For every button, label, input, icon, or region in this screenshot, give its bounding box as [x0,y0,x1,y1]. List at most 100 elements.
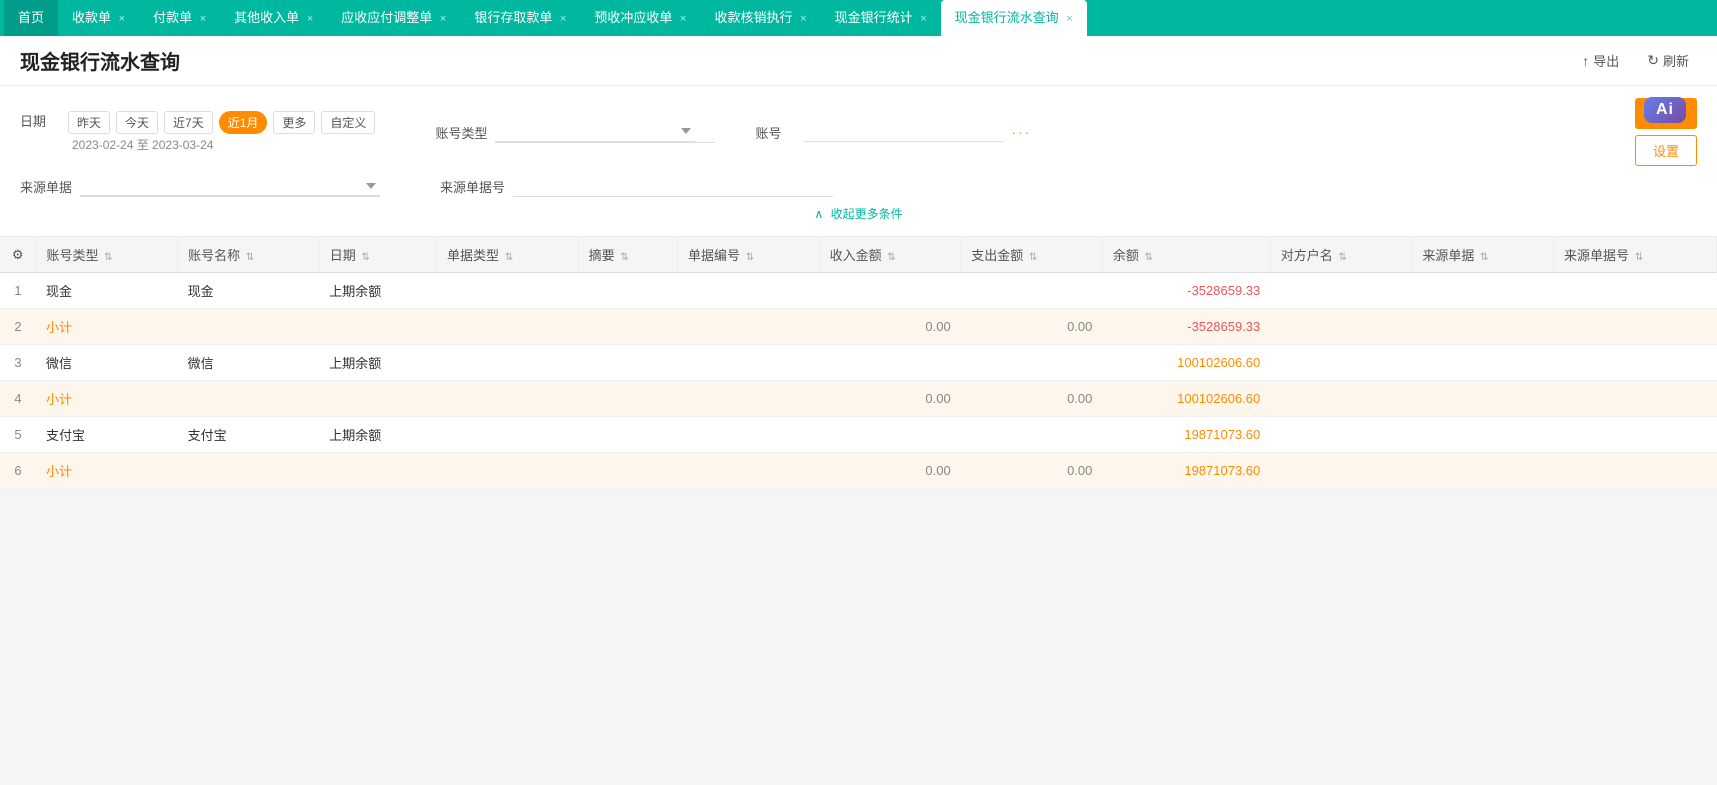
cell-expense [961,273,1103,309]
cell-doc-type [436,309,578,345]
cell-balance: 100102606.60 [1102,345,1270,381]
date-btn-more[interactable]: 更多 [273,111,315,134]
cell-balance: 19871073.60 [1102,417,1270,453]
cell-summary [578,417,677,453]
refresh-button[interactable]: ↻ 刷新 [1639,47,1697,74]
cell-account-name [178,309,320,345]
close-icon[interactable]: × [920,13,926,25]
source-doc-num-label: 来源单据号 [440,177,505,196]
close-icon[interactable]: × [1066,13,1072,25]
account-type-select[interactable] [495,122,695,142]
cell-summary [578,309,677,345]
col-income[interactable]: 收入金额 ⇅ [819,237,961,273]
col-date[interactable]: 日期 ⇅ [319,237,436,273]
col-doc-no[interactable]: 单据编号 ⇅ [677,237,819,273]
page-title: 现金银行流水查询 [20,46,180,75]
cell-account-type: 微信 [36,345,178,381]
cell-balance: 19871073.60 [1102,453,1270,489]
cell-account-name [178,381,320,417]
cell-counterpart [1270,381,1412,417]
close-icon[interactable]: × [560,13,566,25]
col-expense[interactable]: 支出金额 ⇅ [961,237,1103,273]
col-balance[interactable]: 余额 ⇅ [1102,237,1270,273]
table-header-row: ⚙ 账号类型 ⇅ 账号名称 ⇅ 日期 ⇅ 单据类型 ⇅ 摘 [0,237,1717,273]
nav-tab-xianjinyinhang-tongji[interactable]: 现金银行统计 × [821,0,941,36]
settings-button[interactable]: 设置 [1635,135,1697,166]
nav-tab-xianjinyinhang-liushui[interactable]: 现金银行流水查询 × [941,0,1087,36]
sort-icon: ⇅ [1145,252,1153,263]
sort-icon: ⇅ [246,252,254,263]
cell-doc-type [436,381,578,417]
cell-source-doc-no [1554,381,1717,417]
close-icon[interactable]: × [440,13,446,25]
cell-source-doc-no [1554,345,1717,381]
source-doc-num-input[interactable] [513,177,833,197]
table-row: 6小计0.000.0019871073.60 [0,453,1717,489]
cell-income: 0.00 [819,309,961,345]
close-icon[interactable]: × [800,13,806,25]
cell-counterpart [1270,273,1412,309]
date-btn-7days[interactable]: 近7天 [164,111,213,134]
nav-tab-yingshoutiaozheng[interactable]: 应收应付调整单 × [327,0,460,36]
cell-date [319,309,436,345]
col-gear[interactable]: ⚙ [0,237,36,273]
cell-expense [961,345,1103,381]
collapse-bar[interactable]: ∧ 收起更多条件 [20,201,1697,226]
sort-icon: ⇅ [1480,252,1488,263]
sort-icon: ⇅ [1635,252,1643,263]
cell-doc-no [677,417,819,453]
col-account-type[interactable]: 账号类型 ⇅ [36,237,178,273]
close-icon[interactable]: × [200,13,206,25]
nav-tab-yushouying[interactable]: 预收冲应收单 × [580,0,700,36]
date-label: 日期 [20,111,60,130]
cell-source-doc [1412,309,1554,345]
cell-balance: 100102606.60 [1102,381,1270,417]
close-icon[interactable]: × [680,13,686,25]
close-icon[interactable]: × [307,13,313,25]
cell-account-name [178,453,320,489]
cell-source-doc [1412,417,1554,453]
export-button[interactable]: ↑ 导出 [1574,47,1627,74]
sort-icon: ⇅ [746,252,754,263]
nav-tab-fukuandan[interactable]: 付款单 × [139,0,220,36]
filter-row-date: 日期 昨天 今天 近7天 近1月 更多 自定义 2023-02-24 至 202… [20,98,1697,166]
cell-source-doc [1412,453,1554,489]
col-source-doc-no[interactable]: 来源单据号 ⇅ [1554,237,1717,273]
cell-summary [578,381,677,417]
cell-balance: -3528659.33 [1102,309,1270,345]
cell-source-doc-no [1554,453,1717,489]
nav-tab-qitashouru[interactable]: 其他收入单 × [220,0,327,36]
cell-doc-no [677,309,819,345]
cell-income [819,273,961,309]
col-counterpart[interactable]: 对方户名 ⇅ [1270,237,1412,273]
nav-tab-shoukuanhexiao[interactable]: 收款核销执行 × [700,0,820,36]
table-row: 1现金现金上期余额-3528659.33 [0,273,1717,309]
date-btn-today[interactable]: 今天 [116,111,158,134]
close-icon[interactable]: × [119,13,125,25]
col-doc-type[interactable]: 单据类型 ⇅ [436,237,578,273]
date-btn-yesterday[interactable]: 昨天 [68,111,110,134]
ai-badge[interactable]: Ai [1644,97,1686,123]
account-input[interactable] [803,122,1003,141]
cell-doc-no [677,345,819,381]
more-dots-icon[interactable]: ··· [1011,124,1031,140]
date-btn-1month[interactable]: 近1月 [219,111,268,134]
source-doc-select[interactable] [80,176,380,196]
date-options: 昨天 今天 近7天 近1月 更多 自定义 [68,111,375,134]
cell-account-name: 现金 [178,273,320,309]
account-label: 账号 [755,123,795,142]
row-number: 1 [0,273,36,309]
col-summary[interactable]: 摘要 ⇅ [578,237,677,273]
date-btn-custom[interactable]: 自定义 [321,111,375,134]
row-number: 5 [0,417,36,453]
source-doc-label: 来源单据 [20,177,72,196]
nav-tab-yinhangcunqu[interactable]: 银行存取款单 × [460,0,580,36]
col-source-doc[interactable]: 来源单据 ⇅ [1412,237,1554,273]
sort-icon: ⇅ [887,252,895,263]
cell-source-doc [1412,273,1554,309]
cell-expense: 0.00 [961,309,1103,345]
nav-home[interactable]: 首页 [4,0,58,36]
col-account-name[interactable]: 账号名称 ⇅ [178,237,320,273]
nav-tab-shoukuandan[interactable]: 收款单 × [58,0,139,36]
account-type-label: 账号类型 [435,123,487,142]
